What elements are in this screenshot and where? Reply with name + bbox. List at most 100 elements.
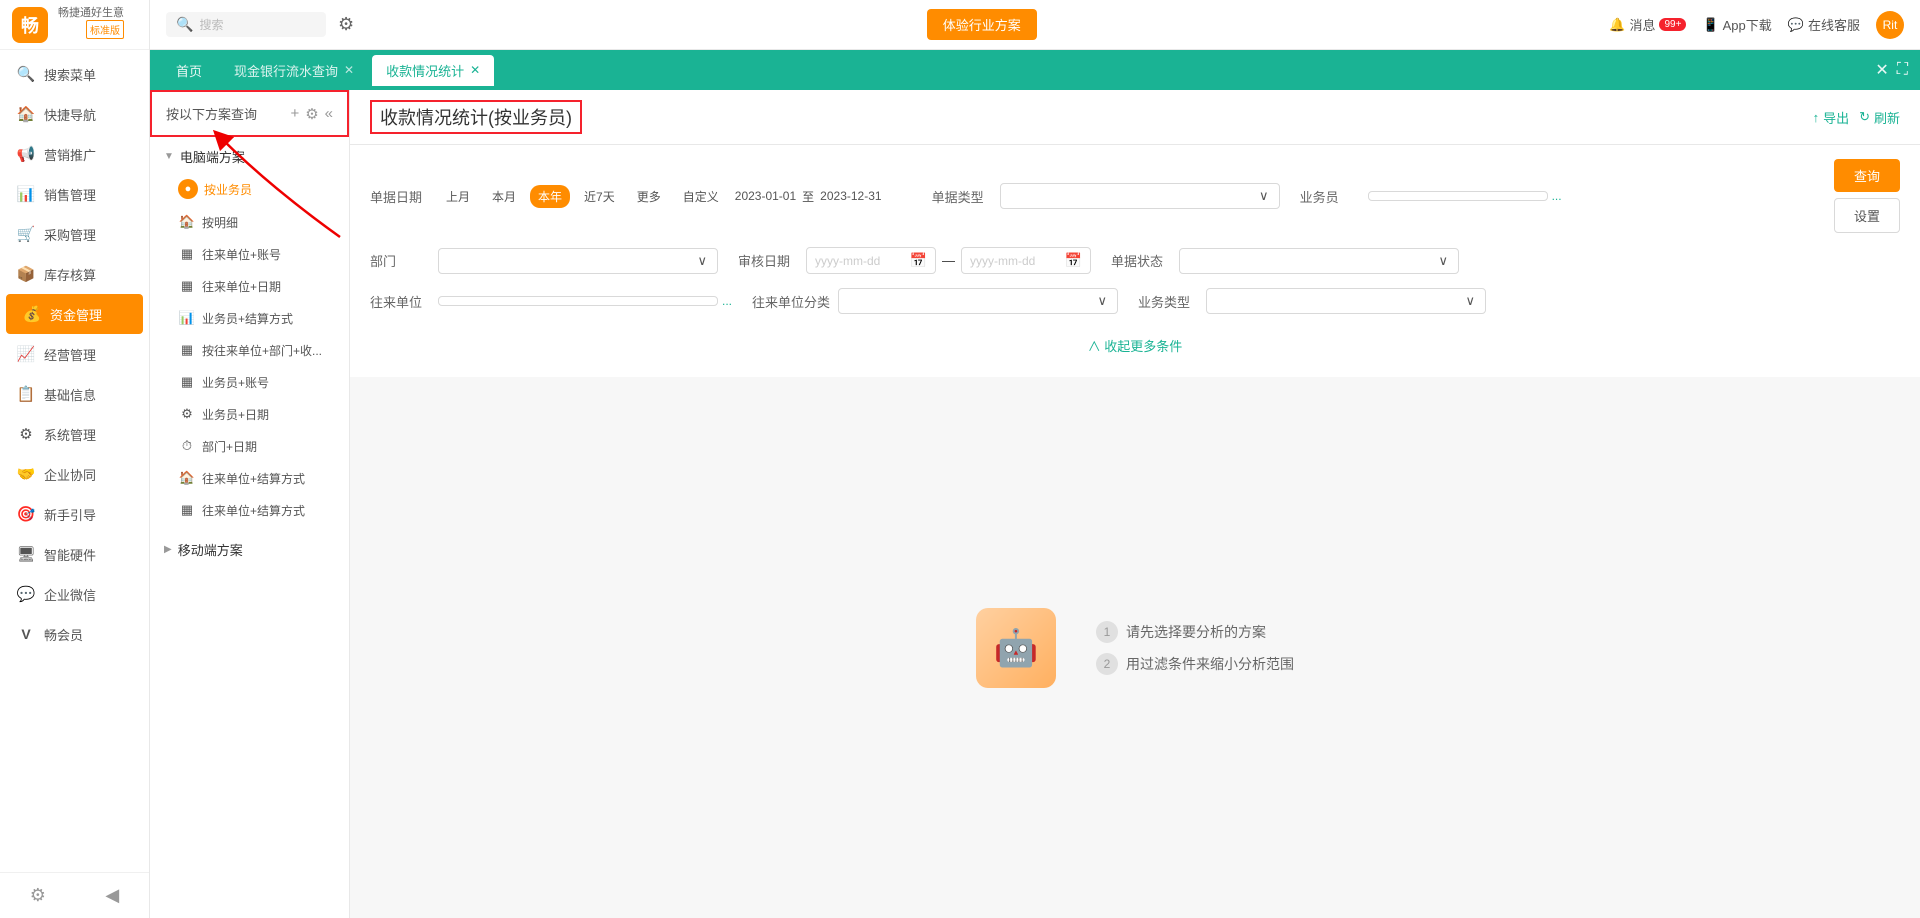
sidebar-item-fund[interactable]: 💰 资金管理	[6, 294, 143, 334]
dept-select[interactable]: ∨	[438, 248, 718, 274]
hint-text-1: 请先选择要分析的方案	[1126, 622, 1266, 642]
sidebar-item-inventory[interactable]: 📦 库存核算	[0, 254, 149, 294]
tabbar-right-actions: ✕ ⛶	[1875, 60, 1908, 80]
add-scheme-icon[interactable]: +	[290, 105, 299, 122]
query-button[interactable]: 查询	[1834, 159, 1900, 192]
counterparty-select[interactable]	[438, 296, 718, 306]
notification-item[interactable]: 🔔 消息 99+	[1609, 15, 1686, 34]
sidebar-item-basic[interactable]: 📋 基础信息	[0, 374, 149, 414]
shortcut-7days[interactable]: 近7天	[576, 185, 623, 208]
sidebar-item-quicknav-label: 快捷导航	[44, 105, 96, 124]
collapse-sidebar-icon[interactable]: ◀	[97, 881, 127, 910]
tab-bank-close-icon[interactable]: ✕	[344, 63, 354, 77]
counterparty-cat-dropdown-icon: ∨	[1098, 293, 1108, 309]
scheme-item-sales-settle[interactable]: 📊 业务员+结算方式	[150, 302, 349, 334]
review-date-from-field[interactable]: yyyy-mm-dd 📅	[806, 247, 936, 274]
doc-type-dropdown-icon: ∨	[1259, 188, 1269, 204]
empty-state-container: 🤖 1 请先选择要分析的方案 2 用过滤条件来缩小分析范围	[976, 608, 1294, 688]
scheme-item-party-account[interactable]: ▦ 往来单位+账号	[150, 238, 349, 270]
scheme-settings-icon[interactable]: ⚙	[305, 105, 318, 123]
purchase-nav-icon: 🛒	[16, 224, 36, 244]
shortcut-this-year[interactable]: 本年	[530, 185, 570, 208]
review-date-to-field[interactable]: yyyy-mm-dd 📅	[961, 247, 1091, 274]
topbar-right: 🔔 消息 99+ 📱 App下载 💬 在线客服 Rit	[1609, 11, 1904, 39]
doc-status-select[interactable]: ∨	[1179, 248, 1459, 274]
scheme-item-sales-settle-label: 业务员+结算方式	[202, 310, 293, 327]
sidebar-item-quicknav[interactable]: 🏠 快捷导航	[0, 94, 149, 134]
logo-icon: 畅	[12, 7, 48, 43]
sidebar-item-purchase[interactable]: 🛒 采购管理	[0, 214, 149, 254]
scheme-item-sales-account[interactable]: ▦ 业务员+账号	[150, 366, 349, 398]
tab-receipt-close-icon[interactable]: ✕	[470, 63, 480, 77]
sidebar-item-wechat[interactable]: 💬 企业微信	[0, 574, 149, 614]
notification-icon: 🔔	[1609, 17, 1625, 33]
sidebar-item-hardware[interactable]: 🖥 智能硬件	[0, 534, 149, 574]
group-expand-arrow: ▼	[164, 151, 174, 162]
sidebar-item-wechat-label: 企业微信	[44, 585, 96, 604]
user-avatar[interactable]: Rit	[1876, 11, 1904, 39]
tab-home[interactable]: 首页	[162, 55, 216, 86]
scheme-item-party-settle2[interactable]: ▦ 往来单位+结算方式	[150, 494, 349, 526]
setting-button[interactable]: 设置	[1834, 198, 1900, 233]
shortcut-this-month[interactable]: 本月	[484, 185, 524, 208]
tab-bank[interactable]: 现金银行流水查询 ✕	[220, 55, 368, 86]
doc-type-select[interactable]: ∨	[1000, 183, 1280, 209]
settings-bottom-icon[interactable]: ⚙	[22, 881, 54, 910]
counterparty-more-icon[interactable]: ...	[722, 294, 732, 308]
app-download-item[interactable]: 📱 App下载	[1702, 15, 1771, 34]
topbar-gear-icon[interactable]: ⚙	[338, 14, 354, 35]
topbar-search-box[interactable]: 🔍 搜索	[166, 12, 326, 37]
tab-receipt[interactable]: 收款情况统计 ✕	[372, 55, 494, 86]
scheme-item-by-salesperson[interactable]: ● 按业务员	[150, 172, 349, 206]
sidebar-item-operation[interactable]: 📈 经营管理	[0, 334, 149, 374]
collapse-filter-label: ∧ 收起更多条件	[1088, 336, 1183, 355]
scheme-item-party-settle2-label: 往来单位+结算方式	[202, 502, 305, 519]
biz-type-select[interactable]: ∨	[1206, 288, 1486, 314]
desktop-scheme-label: 电脑端方案	[180, 147, 245, 166]
scheme-item-dept-date[interactable]: ⏱ 部门+日期	[150, 430, 349, 462]
export-icon: ↑	[1813, 110, 1820, 125]
sidebar-item-system-label: 系统管理	[44, 425, 96, 444]
scheme-item-sales-date[interactable]: ⚙ 业务员+日期	[150, 398, 349, 430]
tab-fullscreen-icon[interactable]: ⛶	[1897, 61, 1908, 79]
online-service-label: 在线客服	[1808, 15, 1860, 34]
review-date-filter: 审核日期 yyyy-mm-dd 📅 — yyyy-mm-dd 📅	[738, 247, 1091, 274]
salesperson-more-icon[interactable]: ...	[1552, 189, 1562, 203]
sidebar-item-member[interactable]: V 畅会员	[0, 614, 149, 654]
collapse-filter-button[interactable]: ∧ 收起更多条件	[370, 328, 1900, 363]
scheme-dept-date-icon: ⏱	[178, 437, 196, 455]
refresh-button[interactable]: ↻ 刷新	[1859, 108, 1900, 127]
trial-button[interactable]: 体验行业方案	[927, 9, 1037, 40]
sidebar-item-guide[interactable]: 🎯 新手引导	[0, 494, 149, 534]
tab-close-all-icon[interactable]: ✕	[1875, 60, 1888, 80]
sidebar-item-sales[interactable]: 📊 销售管理	[0, 174, 149, 214]
counterparty-cat-select[interactable]: ∨	[838, 288, 1118, 314]
scheme-item-by-detail[interactable]: 🏠 按明细	[150, 206, 349, 238]
scheme-item-party-account-label: 往来单位+账号	[202, 246, 281, 263]
date-range-display: 2023-01-01 至 2023-12-31	[735, 188, 882, 205]
scheme-party-dept-icon: ▦	[178, 341, 196, 359]
notification-badge: 99+	[1659, 18, 1686, 31]
sidebar-item-enterprise[interactable]: 🤝 企业协同	[0, 454, 149, 494]
hint-item-1: 1 请先选择要分析的方案	[1096, 621, 1294, 643]
desktop-scheme-group-label[interactable]: ▼ 电脑端方案	[150, 141, 349, 172]
sidebar-item-search[interactable]: 🔍 搜索菜单	[0, 54, 149, 94]
scheme-item-sales-account-label: 业务员+账号	[202, 374, 269, 391]
mobile-scheme-group-label[interactable]: ▶ 移动端方案	[150, 534, 349, 565]
collapse-panel-icon[interactable]: «	[325, 105, 333, 122]
shortcut-custom[interactable]: 自定义	[675, 185, 727, 208]
online-service-item[interactable]: 💬 在线客服	[1788, 15, 1860, 34]
scheme-item-party-dept[interactable]: ▦ 按往来单位+部门+收...	[150, 334, 349, 366]
scheme-item-party-settle1[interactable]: 🏠 往来单位+结算方式	[150, 462, 349, 494]
scheme-item-party-date[interactable]: ▦ 往来单位+日期	[150, 270, 349, 302]
shortcut-last-month[interactable]: 上月	[438, 185, 478, 208]
export-button[interactable]: ↑ 导出	[1813, 108, 1850, 127]
left-panel: 按以下方案查询 + ⚙ «	[150, 90, 350, 918]
shortcut-more[interactable]: 更多	[629, 185, 669, 208]
sidebar-item-system[interactable]: ⚙ 系统管理	[0, 414, 149, 454]
salesperson-select[interactable]	[1368, 191, 1548, 201]
sidebar-item-member-label: 畅会员	[44, 625, 83, 644]
mobile-group-arrow: ▶	[164, 544, 172, 555]
member-nav-icon: V	[16, 624, 36, 644]
sidebar-item-marketing[interactable]: 📢 营销推广	[0, 134, 149, 174]
